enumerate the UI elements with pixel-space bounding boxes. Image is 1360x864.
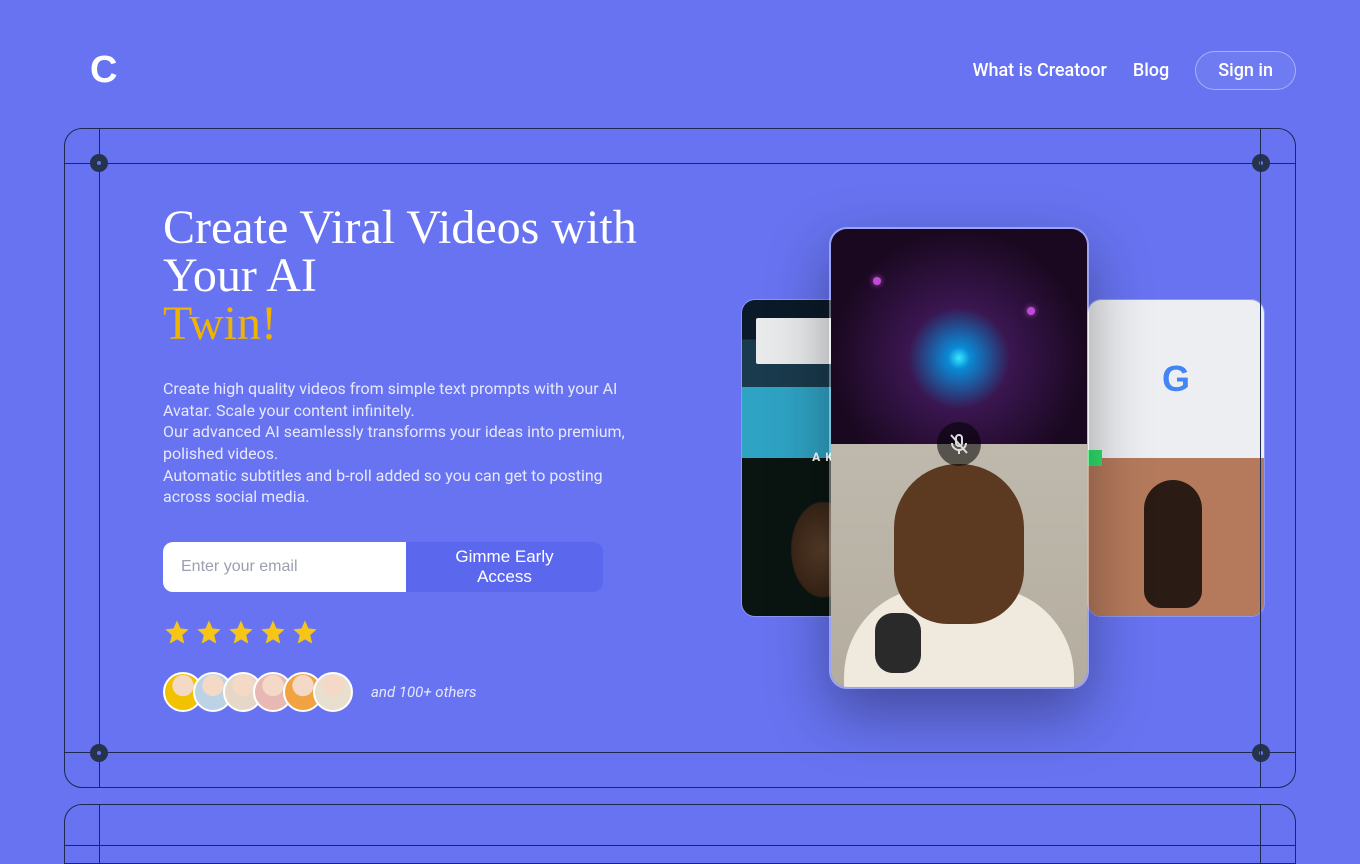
star-icon — [291, 618, 319, 646]
hero-headline-accent: Twin! — [163, 297, 277, 350]
brand-logo[interactable]: C — [90, 49, 116, 92]
sign-in-button[interactable]: Sign in — [1195, 51, 1296, 90]
email-input[interactable] — [163, 542, 406, 592]
hero-subcopy-line: Our advanced AI seamlessly transforms yo… — [163, 421, 643, 464]
preview-thumb — [831, 444, 1087, 687]
next-section-card — [64, 804, 1296, 864]
hero-subcopy-line: Automatic subtitles and b-roll added so … — [163, 465, 643, 508]
preview-thumb — [831, 229, 1087, 444]
hero-card: Create Viral Videos with Your AI Twin! C… — [64, 128, 1296, 788]
nav-what-is-creatoor[interactable]: What is Creatoor — [973, 60, 1107, 81]
early-access-form: Gimme Early Access — [163, 542, 603, 592]
early-access-button[interactable]: Gimme Early Access — [406, 542, 603, 592]
social-proof: and 100+ others — [163, 672, 679, 712]
mute-toggle[interactable] — [937, 422, 981, 466]
star-icon — [163, 618, 191, 646]
avatar-stack — [163, 672, 353, 712]
google-logo-icon: G — [1162, 358, 1190, 400]
preview-card-center[interactable] — [829, 227, 1089, 689]
star-icon — [259, 618, 287, 646]
preview-thumb: G — [1088, 300, 1264, 458]
hero-subcopy-line: Create high quality videos from simple t… — [163, 378, 643, 421]
star-icon — [227, 618, 255, 646]
preview-thumb — [1088, 458, 1264, 616]
hero-subcopy: Create high quality videos from simple t… — [163, 378, 643, 508]
avatar — [313, 672, 353, 712]
primary-nav: What is Creatoor Blog Sign in — [973, 51, 1296, 90]
hero-copy: Create Viral Videos with Your AI Twin! C… — [99, 204, 679, 712]
hero-preview: G — [679, 163, 1261, 753]
hero-headline: Create Viral Videos with Your AI Twin! — [163, 204, 679, 348]
preview-card-right: G — [1087, 299, 1265, 617]
star-icon — [195, 618, 223, 646]
nav-blog[interactable]: Blog — [1133, 60, 1169, 81]
site-header: C What is Creatoor Blog Sign in — [0, 0, 1360, 100]
rating-stars — [163, 618, 679, 646]
hero-headline-plain: Create Viral Videos with Your AI — [163, 201, 637, 302]
social-caption: and 100+ others — [371, 683, 477, 701]
mic-off-icon — [947, 432, 971, 456]
